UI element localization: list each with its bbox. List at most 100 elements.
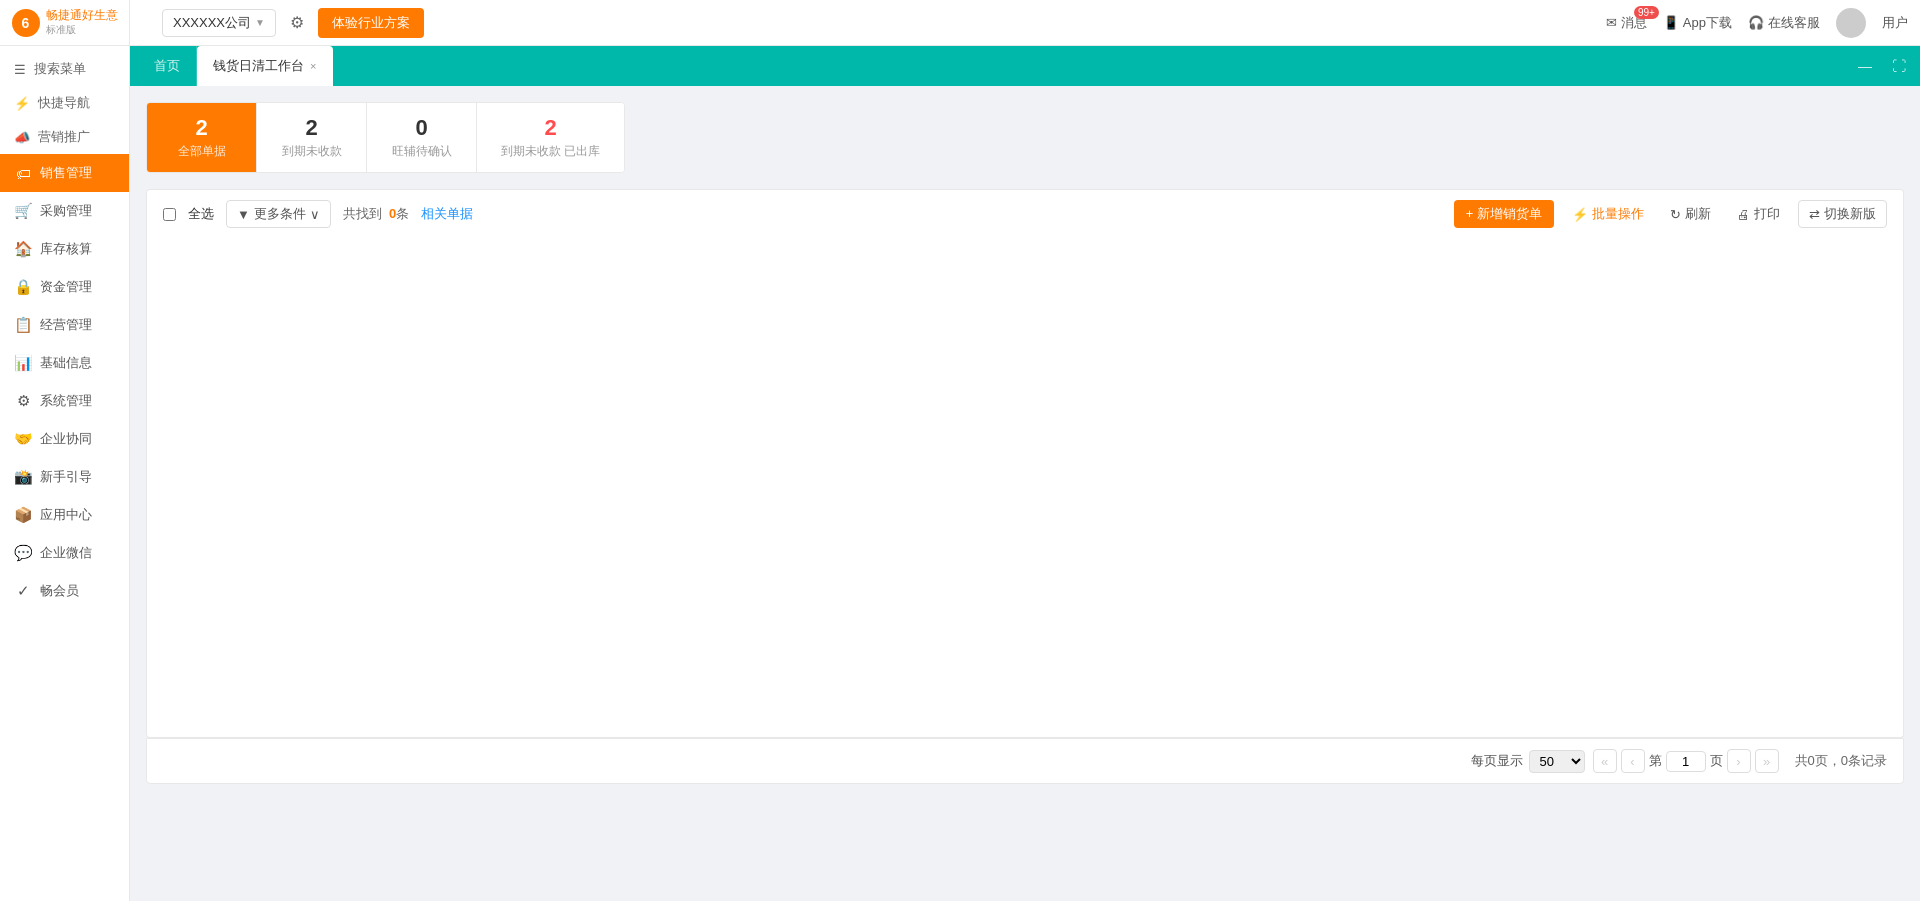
user-name: 用户 bbox=[1882, 14, 1908, 32]
next-page-button[interactable]: › bbox=[1727, 749, 1751, 773]
page-prefix-label: 第 bbox=[1649, 752, 1662, 770]
purchase-icon: 🛒 bbox=[14, 202, 32, 220]
first-page-button[interactable]: « bbox=[1593, 749, 1617, 773]
chevron-down-icon: ∨ bbox=[310, 207, 320, 222]
sidebar-item-purchase[interactable]: 🛒 采购管理 bbox=[0, 192, 129, 230]
sidebar-item-inventory[interactable]: 🏠 库存核算 bbox=[0, 230, 129, 268]
download-icon: 📱 bbox=[1663, 15, 1679, 30]
sidebar-item-label-basic: 基础信息 bbox=[40, 354, 92, 372]
page-navigation: « ‹ 第 页 › » bbox=[1593, 749, 1779, 773]
stats-count-wangwang: 0 bbox=[391, 115, 452, 141]
message-badge: 99+ bbox=[1634, 6, 1659, 19]
sidebar-item-label-appstore: 应用中心 bbox=[40, 506, 92, 524]
stats-count-overdue: 2 bbox=[281, 115, 342, 141]
user-name-item[interactable]: 用户 bbox=[1882, 14, 1908, 32]
switch-label: 切换新版 bbox=[1824, 205, 1876, 223]
sidebar-item-guide[interactable]: 📸 新手引导 bbox=[0, 458, 129, 496]
stats-label-all: 全部单据 bbox=[178, 144, 226, 158]
new-sale-button[interactable]: + 新增销货单 bbox=[1454, 200, 1554, 228]
sidebar-item-member[interactable]: ✓ 畅会员 bbox=[0, 572, 129, 610]
sidebar-item-label-inventory: 库存核算 bbox=[40, 240, 92, 258]
app-version: 标准版 bbox=[46, 23, 118, 37]
settings-icon[interactable]: ⚙ bbox=[286, 9, 308, 36]
top-header: XXXXXX公司 ▼ ⚙ 体验行业方案 ✉ 消息 99+ 📱 App下载 🎧 在… bbox=[130, 0, 1920, 46]
sidebar-item-label-wechat: 企业微信 bbox=[40, 544, 92, 562]
wechat-icon: 💬 bbox=[14, 544, 32, 562]
megaphone-icon: 📣 bbox=[14, 130, 30, 145]
tab-active-label: 钱货日清工作台 bbox=[213, 57, 304, 75]
switch-version-button[interactable]: ⇄ 切换新版 bbox=[1798, 200, 1887, 228]
stats-tab-overdue[interactable]: 2 到期未收款 bbox=[257, 103, 367, 172]
last-page-button[interactable]: » bbox=[1755, 749, 1779, 773]
toolbar-right: + 新增销货单 ⚡ 批量操作 ↻ 刷新 🖨 打印 ⇄ 切换新版 bbox=[1454, 200, 1887, 228]
sidebar-menu: ☰ 搜索菜单 ⚡ 快捷导航 📣 营销推广 🏷 销售管理 🛒 采购管理 🏠 库存核… bbox=[0, 46, 129, 901]
trial-button[interactable]: 体验行业方案 bbox=[318, 8, 424, 38]
stats-tab-wangwang[interactable]: 0 旺辅待确认 bbox=[367, 103, 477, 172]
funds-icon: 🔒 bbox=[14, 278, 32, 296]
per-page-select[interactable]: 50 10 20 100 bbox=[1529, 750, 1585, 773]
select-all-checkbox[interactable] bbox=[163, 208, 176, 221]
tabs-bar: 首页 钱货日清工作台 × — ⛶ bbox=[130, 46, 1920, 86]
company-selector[interactable]: XXXXXX公司 ▼ bbox=[162, 9, 276, 37]
lightning-icon: ⚡ bbox=[14, 96, 30, 111]
sidebar-item-basic[interactable]: 📊 基础信息 bbox=[0, 344, 129, 382]
tab-active[interactable]: 钱货日清工作台 × bbox=[197, 46, 333, 86]
batch-button[interactable]: ⚡ 批量操作 bbox=[1564, 201, 1652, 227]
page-suffix-label: 页 bbox=[1710, 752, 1723, 770]
sidebar-search[interactable]: ☰ 搜索菜单 bbox=[0, 52, 129, 86]
prev-page-button[interactable]: ‹ bbox=[1621, 749, 1645, 773]
sidebar-item-label-sales: 销售管理 bbox=[40, 164, 92, 182]
stats-tab-all[interactable]: 2 全部单据 bbox=[147, 103, 257, 172]
logo-icon: 6 bbox=[12, 9, 40, 37]
per-page-selector: 每页显示 50 10 20 100 bbox=[1471, 750, 1585, 773]
filter-button[interactable]: ▼ 更多条件 ∨ bbox=[226, 200, 331, 228]
filter-label: 更多条件 bbox=[254, 205, 306, 223]
app-name: 畅捷通好生意 bbox=[46, 8, 118, 24]
sidebar-item-wechat[interactable]: 💬 企业微信 bbox=[0, 534, 129, 572]
inventory-icon: 🏠 bbox=[14, 240, 32, 258]
table-area bbox=[146, 238, 1904, 738]
maximize-icon[interactable]: ⛶ bbox=[1886, 56, 1912, 76]
message-item[interactable]: ✉ 消息 99+ bbox=[1606, 14, 1647, 32]
sidebar-item-label-enterprise: 企业协同 bbox=[40, 430, 92, 448]
chevron-down-icon: ▼ bbox=[255, 17, 265, 28]
appstore-icon: 📦 bbox=[14, 506, 32, 524]
minimize-icon[interactable]: — bbox=[1852, 56, 1878, 76]
sidebar: 6 畅捷通好生意 标准版 ☰ 搜索菜单 ⚡ 快捷导航 📣 营销推广 🏷 销售管理… bbox=[0, 0, 130, 901]
sidebar-item-funds[interactable]: 🔒 资金管理 bbox=[0, 268, 129, 306]
print-icon: 🖨 bbox=[1737, 207, 1750, 222]
user-avatar[interactable] bbox=[1836, 8, 1866, 38]
online-service-item[interactable]: 🎧 在线客服 bbox=[1748, 14, 1820, 32]
sidebar-item-operations[interactable]: 📋 经营管理 bbox=[0, 306, 129, 344]
tab-actions: — ⛶ bbox=[1852, 56, 1912, 76]
page-number-input[interactable] bbox=[1666, 751, 1706, 772]
sidebar-marketing[interactable]: 📣 营销推广 bbox=[0, 120, 129, 154]
stats-tab-unshipped[interactable]: 2 到期未收款 已出库 bbox=[477, 103, 624, 172]
app-download-item[interactable]: 📱 App下载 bbox=[1663, 14, 1732, 32]
refresh-icon: ↻ bbox=[1670, 207, 1681, 222]
batch-label: 批量操作 bbox=[1592, 205, 1644, 223]
sidebar-quick-nav-label: 快捷导航 bbox=[38, 94, 90, 112]
refresh-button[interactable]: ↻ 刷新 bbox=[1662, 201, 1719, 227]
tab-home[interactable]: 首页 bbox=[138, 46, 197, 86]
message-icon: ✉ bbox=[1606, 15, 1617, 30]
sidebar-quick-nav[interactable]: ⚡ 快捷导航 bbox=[0, 86, 129, 120]
select-all-label: 全选 bbox=[188, 205, 214, 223]
sidebar-item-label-operations: 经营管理 bbox=[40, 316, 92, 334]
online-service-label: 在线客服 bbox=[1768, 14, 1820, 32]
search-icon: ☰ bbox=[14, 62, 26, 77]
sidebar-item-label-purchase: 采购管理 bbox=[40, 202, 92, 220]
sidebar-item-enterprise[interactable]: 🤝 企业协同 bbox=[0, 420, 129, 458]
tab-close-icon[interactable]: × bbox=[310, 60, 316, 72]
sidebar-item-system[interactable]: ⚙ 系统管理 bbox=[0, 382, 129, 420]
sidebar-item-label-guide: 新手引导 bbox=[40, 468, 92, 486]
filter-icon: ▼ bbox=[237, 207, 250, 222]
related-link[interactable]: 相关单据 bbox=[421, 205, 473, 223]
found-count: 共找到 0条 bbox=[343, 205, 409, 223]
sidebar-item-appstore[interactable]: 📦 应用中心 bbox=[0, 496, 129, 534]
per-page-label: 每页显示 bbox=[1471, 752, 1523, 770]
print-button[interactable]: 🖨 打印 bbox=[1729, 201, 1788, 227]
sidebar-item-sales[interactable]: 🏷 销售管理 bbox=[0, 154, 129, 192]
stats-label-overdue: 到期未收款 bbox=[282, 144, 342, 158]
batch-icon: ⚡ bbox=[1572, 207, 1588, 222]
